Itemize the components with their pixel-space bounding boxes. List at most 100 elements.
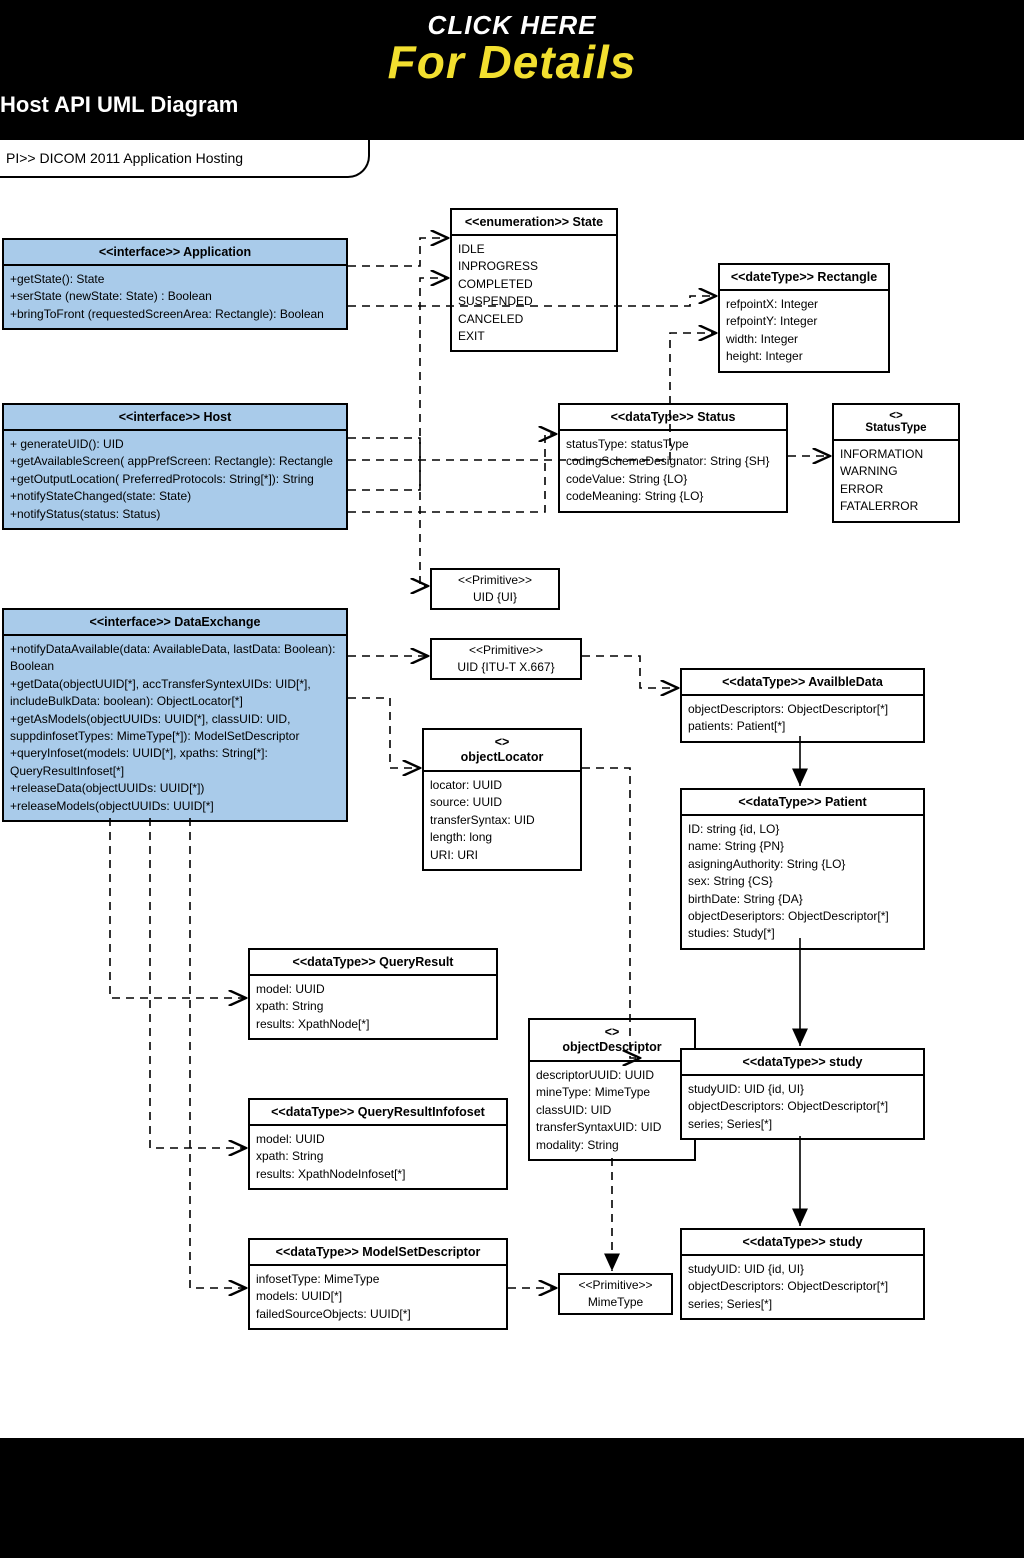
attribute: source: UUID (430, 794, 574, 811)
literal: COMPLETED (458, 276, 610, 293)
attribute: refpointX: Integer (726, 296, 882, 313)
operation: +notifyStatus(status: Status) (10, 506, 340, 523)
attribute: models: UUID[*] (256, 1288, 500, 1305)
class-title: <<interface>> Application (4, 240, 346, 266)
primitive-mimetype: <<Primitive>> MimeType (558, 1273, 673, 1315)
class-body: +notifyDataAvailable(data: AvailableData… (4, 636, 346, 820)
attribute: objectDescriptors: ObjectDescriptor[*] (688, 701, 917, 718)
operation: +bringToFront (requestedScreenArea: Rect… (10, 306, 340, 323)
attribute: objectDeseriptors: ObjectDescriptor[*] (688, 908, 917, 925)
literal: FATALERROR (840, 498, 952, 515)
attribute: width: Integer (726, 331, 882, 348)
class-title: <<dateType>> Rectangle (720, 265, 888, 291)
literal: INPROGRESS (458, 258, 610, 275)
literal: EXIT (458, 328, 610, 345)
class-body: descriptorUUID: UUID mineType: MimeType … (530, 1062, 694, 1159)
attribute: patients: Patient[*] (688, 718, 917, 735)
class-queryresultinfoset: <<dataType>> QueryResultInfofoset model:… (248, 1098, 508, 1190)
literal: WARNING (840, 463, 952, 480)
class-title: <>objectDescriptor (530, 1020, 694, 1062)
attribute: asigningAuthority: String {LO} (688, 856, 917, 873)
class-title: <<dataType>> study (682, 1230, 923, 1256)
primitive-uid-itu: <<Primitive>> UID {ITU-T X.667} (430, 638, 582, 680)
operation: +getData(objectUUID[*], accTransferSynte… (10, 676, 340, 711)
attribute: codeValue: String {LO} (566, 471, 780, 488)
operation: +queryInfoset(models: UUID[*], xpaths: S… (10, 745, 340, 780)
attribute: name: String {PN} (688, 838, 917, 855)
class-title: <<dataType>> QueryResult (250, 950, 496, 976)
class-body: IDLE INPROGRESS COMPLETED SUSPENDED CANC… (452, 236, 616, 350)
class-title: <<dataType>> Patient (682, 790, 923, 816)
class-body: INFORMATION WARNING ERROR FATALERROR (834, 441, 958, 521)
class-title: <<dataType>> QueryResultInfofoset (250, 1100, 506, 1126)
class-title: <<dataType>> AvailbleData (682, 670, 923, 696)
class-body: + generateUID(): UID +getAvailableScreen… (4, 431, 346, 528)
attribute: studyUID: UID {id, UI} (688, 1261, 917, 1278)
attribute: failedSourceObjects: UUID[*] (256, 1306, 500, 1323)
class-body: infosetType: MimeType models: UUID[*] fa… (250, 1266, 506, 1328)
class-title: <<dataType>> ModelSetDescriptor (250, 1240, 506, 1266)
class-title: <<interface>> DataExchange (4, 610, 346, 636)
attribute: ID: string {id, LO} (688, 821, 917, 838)
attribute: birthDate: String {DA} (688, 891, 917, 908)
class-objectdescriptor: <>objectDescriptor descriptorUUID: UUID … (528, 1018, 696, 1161)
attribute: sex: String {CS} (688, 873, 917, 890)
diagram-subtitle: Host API UML Diagram (0, 92, 238, 118)
uml-canvas: <<interface>> Application +getState(): S… (0, 178, 1024, 1438)
attribute: objectDescriptors: ObjectDescriptor[*] (688, 1278, 917, 1295)
class-host: <<interface>> Host + generateUID(): UID … (2, 403, 348, 530)
attribute: transferSyntax: UID (430, 812, 574, 829)
primitive-uid-ui: <<Primitive>> UID {UI} (430, 568, 560, 610)
class-body: studyUID: UID {id, UI} objectDescriptors… (682, 1076, 923, 1138)
class-body: objectDescriptors: ObjectDescriptor[*] p… (682, 696, 923, 741)
class-study-2: <<dataType>> study studyUID: UID {id, UI… (680, 1228, 925, 1320)
class-availabledata: <<dataType>> AvailbleData objectDescript… (680, 668, 925, 743)
attribute: descriptorUUID: UUID (536, 1067, 688, 1084)
attribute: studyUID: UID {id, UI} (688, 1081, 917, 1098)
attribute: codeMeaning: String {LO} (566, 488, 780, 505)
attribute: locator: UUID (430, 777, 574, 794)
literal: INFORMATION (840, 446, 952, 463)
primitive-name: UID {ITU-T X.667} (432, 660, 580, 678)
for-details-text: For Details (0, 35, 1024, 89)
operation: +getState(): State (10, 271, 340, 288)
class-body: +getState(): State +serState (newState: … (4, 266, 346, 328)
class-title: <<enumeration>> State (452, 210, 616, 236)
attribute: modality: String (536, 1137, 688, 1154)
stereotype: <<Primitive>> (560, 1275, 671, 1295)
attribute: refpointY: Integer (726, 313, 882, 330)
footer-bar (0, 1438, 1024, 1558)
attribute: model: UUID (256, 981, 490, 998)
class-rectangle: <<dateType>> Rectangle refpointX: Intege… (718, 263, 890, 373)
literal: SUSPENDED (458, 293, 610, 310)
operation: +notifyDataAvailable(data: AvailableData… (10, 641, 340, 676)
operation: +serState (newState: State) : Boolean (10, 288, 340, 305)
class-status: <<dataType>> Status statusType: statusTy… (558, 403, 788, 513)
class-title: <<dataType>> study (682, 1050, 923, 1076)
attribute: objectDescriptors: ObjectDescriptor[*] (688, 1098, 917, 1115)
class-title: <<interface>> Host (4, 405, 346, 431)
package-tab: PI>> DICOM 2011 Application Hosting (0, 140, 370, 178)
attribute: studies: Study[*] (688, 925, 917, 942)
class-objectlocator: <>objectLocator locator: UUID source: UU… (422, 728, 582, 871)
class-state: <<enumeration>> State IDLE INPROGRESS CO… (450, 208, 618, 352)
literal: IDLE (458, 241, 610, 258)
class-body: statusType: statusType codingSchemeDesig… (560, 431, 786, 511)
primitive-name: UID {UI} (432, 590, 558, 608)
class-study-1: <<dataType>> study studyUID: UID {id, UI… (680, 1048, 925, 1140)
class-statustype: <>StatusType INFORMATION WARNING ERROR F… (832, 403, 960, 523)
literal: CANCELED (458, 311, 610, 328)
stereotype: <<Primitive>> (432, 640, 580, 660)
class-body: locator: UUID source: UUID transferSynta… (424, 772, 580, 869)
class-modelsetdescriptor: <<dataType>> ModelSetDescriptor infosetT… (248, 1238, 508, 1330)
operation: +getOutputLocation( PreferredProtocols: … (10, 471, 340, 488)
attribute: mineType: MimeType (536, 1084, 688, 1101)
operation: +notifyStateChanged(state: State) (10, 488, 340, 505)
hero-banner[interactable]: CLICK HERE For Details Host API UML Diag… (0, 0, 1024, 140)
class-patient: <<dataType>> Patient ID: string {id, LO}… (680, 788, 925, 950)
class-title: <>objectLocator (424, 730, 580, 772)
attribute: length: long (430, 829, 574, 846)
attribute: xpath: String (256, 1148, 500, 1165)
operation: +releaseModels(objectUUIDs: UUID[*] (10, 798, 340, 815)
class-body: model: UUID xpath: String results: Xpath… (250, 976, 496, 1038)
